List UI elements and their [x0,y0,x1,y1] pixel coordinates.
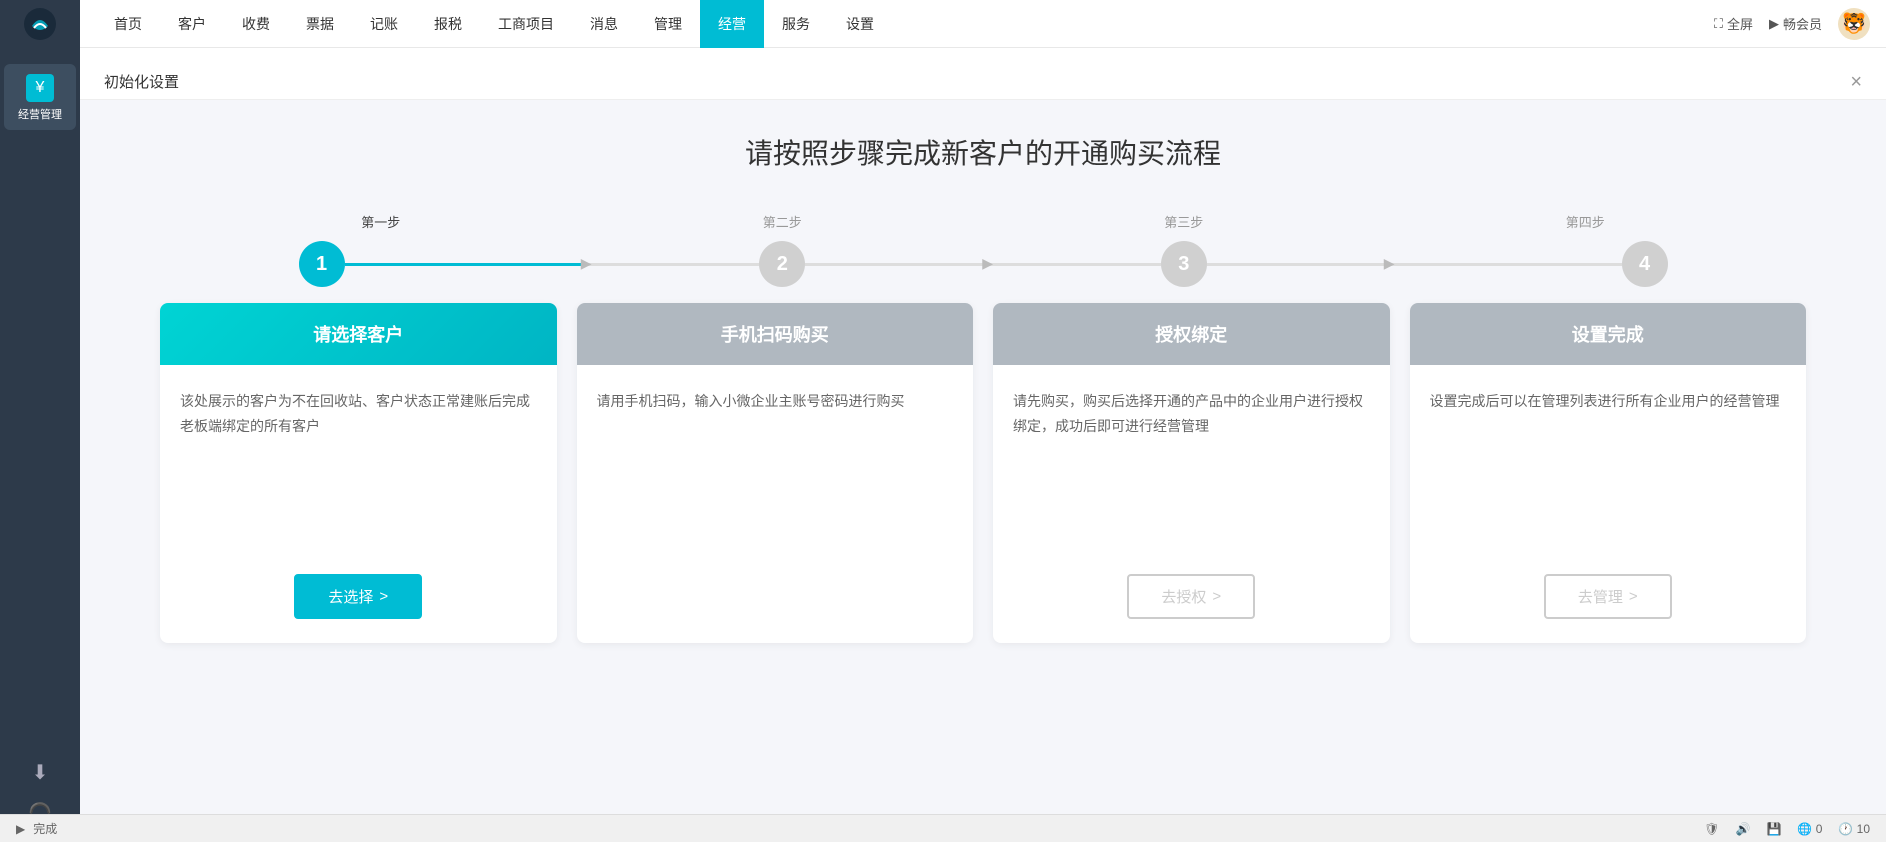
fullscreen-label: 全屏 [1727,14,1753,33]
card-1-body: 该处展示的客户为不在回收站、客户状态正常建账后完成老板端绑定的所有客户 [160,365,557,558]
nav-message[interactable]: 消息 [572,0,636,48]
sidebar-item-operation[interactable]: ¥ 经营管理 [4,64,76,130]
nav-settings[interactable]: 设置 [828,0,892,48]
status-bar: ▶ 完成 🛡 🔊 💾 🌐 0 🕐 10 [0,814,1886,842]
go-manage-label: 去管理 [1578,586,1623,607]
operation-icon: ¥ [26,74,54,102]
sidebar-item-label: 经营管理 [18,106,62,122]
go-select-button[interactable]: 去选择 > [294,574,422,619]
go-select-arrow: > [379,588,388,605]
card-2-header: 手机扫码购买 [577,303,974,365]
nav-items: 首页 客户 收费 票据 记账 报税 工商项目 消息 管理 经营 服务 设置 [96,0,1714,48]
nav-tax[interactable]: 报税 [416,0,480,48]
go-select-label: 去选择 [328,586,373,607]
card-4-body: 设置完成后可以在管理列表进行所有企业用户的经营管理 [1410,365,1807,558]
step-3-label: 第三步 [1164,212,1203,231]
card-3-footer: 去授权 > [993,558,1390,643]
close-button[interactable]: × [1850,72,1862,92]
go-manage-button[interactable]: 去管理 > [1544,574,1672,619]
step-1-circle: 1 [299,241,345,287]
step-2-wrapper: 第二步 2 ▶ [582,212,984,287]
save-icon: 💾 [1766,822,1781,836]
fullscreen-icon: ⛶ [1714,16,1723,32]
vip-button[interactable]: ▶ 畅会员 [1769,14,1822,33]
go-authorize-button[interactable]: 去授权 > [1127,574,1255,619]
card-2-footer [577,603,974,643]
cards-row: 请选择客户 该处展示的客户为不在回收站、客户状态正常建账后完成老板端绑定的所有客… [120,303,1846,643]
nav-home[interactable]: 首页 [96,0,160,48]
card-4: 设置完成 设置完成后可以在管理列表进行所有企业用户的经营管理 去管理 > [1410,303,1807,643]
card-2-body: 请用手机扫码，输入小微企业主账号密码进行购买 [577,365,974,603]
step-2-circle: 2 [759,241,805,287]
step-3-circle: 3 [1161,241,1207,287]
page-header: 初始化设置 × [80,48,1886,100]
nav-right: ⛶ 全屏 ▶ 畅会员 🐯 [1714,8,1870,40]
nav-biz[interactable]: 工商项目 [480,0,572,48]
clock-status: 🕐 10 [1838,822,1870,836]
nav-accounting[interactable]: 记账 [352,0,416,48]
step-4-circle: 4 [1622,241,1668,287]
card-3-header: 授权绑定 [993,303,1390,365]
step-4-label: 第四步 [1566,212,1605,231]
top-nav: 首页 客户 收费 票据 记账 报税 工商项目 消息 管理 经营 服务 设置 ⛶ … [80,0,1886,48]
card-4-footer: 去管理 > [1410,558,1807,643]
step-3-wrapper: 第三步 3 ▶ [983,212,1385,287]
main-content: 初始化设置 × 请按照步骤完成新客户的开通购买流程 第一步 1 ▶ [80,48,1886,842]
content-area: 请按照步骤完成新客户的开通购买流程 第一步 1 ▶ 第二步 [80,100,1886,667]
status-right: 🛡 🔊 💾 🌐 0 🕐 10 [1704,822,1870,836]
card-2: 手机扫码购买 请用手机扫码，输入小微企业主账号密码进行购买 [577,303,974,643]
nav-service[interactable]: 服务 [764,0,828,48]
nav-invoice[interactable]: 票据 [288,0,352,48]
step-1-wrapper: 第一步 1 ▶ [180,212,582,287]
flow-title: 请按照步骤完成新客户的开通购买流程 [120,132,1846,172]
nav-fee[interactable]: 收费 [224,0,288,48]
card-3-body: 请先购买，购买后选择开通的产品中的企业用户进行授权绑定，成功后即可进行经营管理 [993,365,1390,558]
card-1-footer: 去选择 > [160,558,557,643]
status-play-icon: ▶ [16,822,25,836]
card-3: 授权绑定 请先购买，购买后选择开通的产品中的企业用户进行授权绑定，成功后即可进行… [993,303,1390,643]
sidebar: ¥ 经营管理 ⬇ 🎧 [0,48,80,842]
go-authorize-label: 去授权 [1161,586,1206,607]
shield-icon: 🛡 [1704,822,1719,836]
nav-customer[interactable]: 客户 [160,0,224,48]
go-manage-arrow: > [1629,588,1638,605]
step-2-label: 第二步 [763,212,802,231]
download-icon[interactable]: ⬇ [32,760,49,785]
status-left: ▶ 完成 [16,820,57,837]
avatar[interactable]: 🐯 [1838,8,1870,40]
network-status: 🌐 0 [1797,822,1822,836]
vip-label: 畅会员 [1783,14,1822,33]
volume-icon: 🔊 [1736,822,1751,836]
nav-operation[interactable]: 经营 [700,0,764,48]
steps-container: 第一步 1 ▶ 第二步 2 [120,212,1846,287]
card-4-header: 设置完成 [1410,303,1807,365]
fullscreen-button[interactable]: ⛶ 全屏 [1714,14,1753,33]
card-1: 请选择客户 该处展示的客户为不在回收站、客户状态正常建账后完成老板端绑定的所有客… [160,303,557,643]
nav-manage[interactable]: 管理 [636,0,700,48]
play-icon: ▶ [1769,16,1779,32]
go-authorize-arrow: > [1212,588,1221,605]
page-title: 初始化设置 [104,71,179,92]
logo [0,0,80,48]
card-1-header: 请选择客户 [160,303,557,365]
step-4-wrapper: 第四步 4 [1385,212,1787,287]
step-1-label: 第一步 [361,212,400,231]
status-text: 完成 [33,820,57,837]
